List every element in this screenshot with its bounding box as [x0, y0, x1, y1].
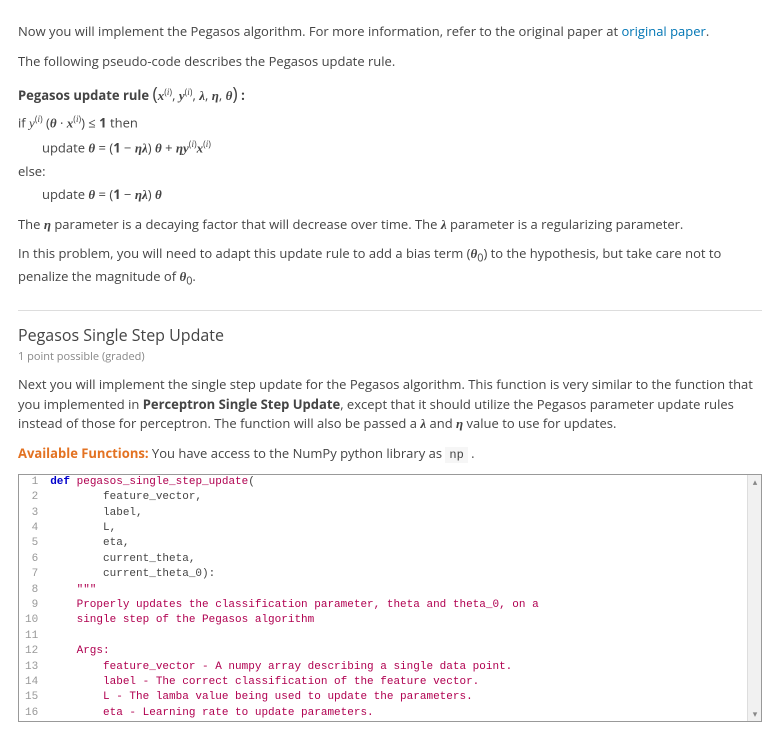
- np-code: np: [445, 447, 467, 463]
- code-line: 11: [19, 629, 761, 644]
- code-line: 5 eta,: [19, 536, 761, 551]
- code-content: feature_vector - A numpy array describin…: [46, 660, 761, 675]
- avail-text: You have access to the NumPy python libr…: [149, 444, 446, 462]
- line-number: 6: [19, 552, 46, 567]
- code-line: 1def pegasos_single_step_update(: [19, 475, 761, 490]
- line-number: 14: [19, 675, 46, 690]
- code-line: 3 label,: [19, 506, 761, 521]
- code-line: 9 Properly updates the classification pa…: [19, 598, 761, 613]
- line-number: 11: [19, 629, 46, 644]
- body-1d: and: [426, 414, 456, 432]
- line-number: 16: [19, 706, 46, 721]
- divider: [18, 310, 762, 311]
- line-number: 7: [19, 567, 46, 582]
- body-1e: value to use for updates.: [463, 414, 616, 432]
- update-line-1: update θ = (1 − ηλ) θ + ηy(i)x(i): [42, 137, 762, 158]
- bias-paragraph: In this problem, you will need to adapt …: [18, 244, 762, 290]
- code-content: Properly updates the classification para…: [46, 598, 761, 613]
- line-number: 3: [19, 506, 46, 521]
- code-content: def pegasos_single_step_update(: [46, 475, 761, 490]
- code-content: label,: [46, 506, 761, 521]
- code-line: 16 eta - Learning rate to update paramet…: [19, 706, 761, 721]
- code-content: current_theta_0):: [46, 567, 761, 582]
- code-content: """: [46, 583, 761, 598]
- avail-after: .: [468, 444, 475, 462]
- code-line: 15 L - The lamba value being used to upd…: [19, 690, 761, 705]
- original-paper-link[interactable]: original paper: [621, 22, 705, 40]
- code-table: 1def pegasos_single_step_update(2 featur…: [19, 475, 761, 721]
- code-content: eta,: [46, 536, 761, 551]
- code-content: L,: [46, 521, 761, 536]
- line-number: 1: [19, 475, 46, 490]
- code-line: 12 Args:: [19, 644, 761, 659]
- section-title: Pegasos Single Step Update: [18, 323, 762, 347]
- code-content: single step of the Pegasos algorithm: [46, 613, 761, 628]
- scroll-up-icon[interactable]: ▴: [748, 475, 761, 489]
- grading-label: 1 point possible (graded): [18, 349, 762, 366]
- line-number: 10: [19, 613, 46, 628]
- code-line: 8 """: [19, 583, 761, 598]
- line-number: 4: [19, 521, 46, 536]
- code-content: Args:: [46, 644, 761, 659]
- code-line: 7 current_theta_0):: [19, 567, 761, 582]
- bias-text-1: In this problem, you will need to adapt …: [18, 244, 471, 262]
- code-content: feature_vector,: [46, 490, 761, 505]
- code-line: 13 feature_vector - A numpy array descri…: [19, 660, 761, 675]
- eta-paragraph: The η parameter is a decaying factor tha…: [18, 215, 762, 235]
- code-content: L - The lamba value being used to update…: [46, 690, 761, 705]
- code-line: 4 L,: [19, 521, 761, 536]
- body-paragraph: Next you will implement the single step …: [18, 375, 762, 434]
- update-line-2: update θ = (1 − ηλ) θ: [42, 185, 762, 205]
- code-line: 2 feature_vector,: [19, 490, 761, 505]
- pseudo-intro: The following pseudo-code describes the …: [18, 52, 762, 72]
- line-number: 9: [19, 598, 46, 613]
- code-content: eta - Learning rate to update parameters…: [46, 706, 761, 721]
- intro-text-2: .: [706, 22, 709, 40]
- rule-title-text: Pegasos update rule: [18, 86, 149, 104]
- code-line: 6 current_theta,: [19, 552, 761, 567]
- avail-label: Available Functions:: [18, 444, 149, 462]
- rule-title: Pegasos update rule (x(i), y(i), λ, η, θ…: [18, 81, 762, 108]
- line-number: 8: [19, 583, 46, 598]
- code-line: 14 label - The correct classification of…: [19, 675, 761, 690]
- else-line: else:: [18, 162, 762, 182]
- line-number: 2: [19, 490, 46, 505]
- bias-text-3: .: [192, 267, 195, 285]
- line-number: 5: [19, 536, 46, 551]
- line-number: 12: [19, 644, 46, 659]
- line-number: 13: [19, 660, 46, 675]
- intro-text-1: Now you will implement the Pegasos algor…: [18, 22, 621, 40]
- intro-paragraph: Now you will implement the Pegasos algor…: [18, 22, 762, 42]
- body-1b: Perceptron Single Step Update: [143, 395, 340, 413]
- scroll-down-icon[interactable]: ▾: [748, 707, 761, 721]
- scrollbar[interactable]: ▴ ▾: [747, 475, 761, 721]
- code-content: label - The correct classification of th…: [46, 675, 761, 690]
- if-line: if y(i) (θ · x(i)) ≤ 1 then: [18, 112, 762, 133]
- code-line: 10 single step of the Pegasos algorithm: [19, 613, 761, 628]
- available-functions: Available Functions: You have access to …: [18, 444, 762, 464]
- code-editor[interactable]: 1def pegasos_single_step_update(2 featur…: [18, 474, 762, 722]
- code-content: current_theta,: [46, 552, 761, 567]
- line-number: 15: [19, 690, 46, 705]
- code-content: [46, 629, 761, 644]
